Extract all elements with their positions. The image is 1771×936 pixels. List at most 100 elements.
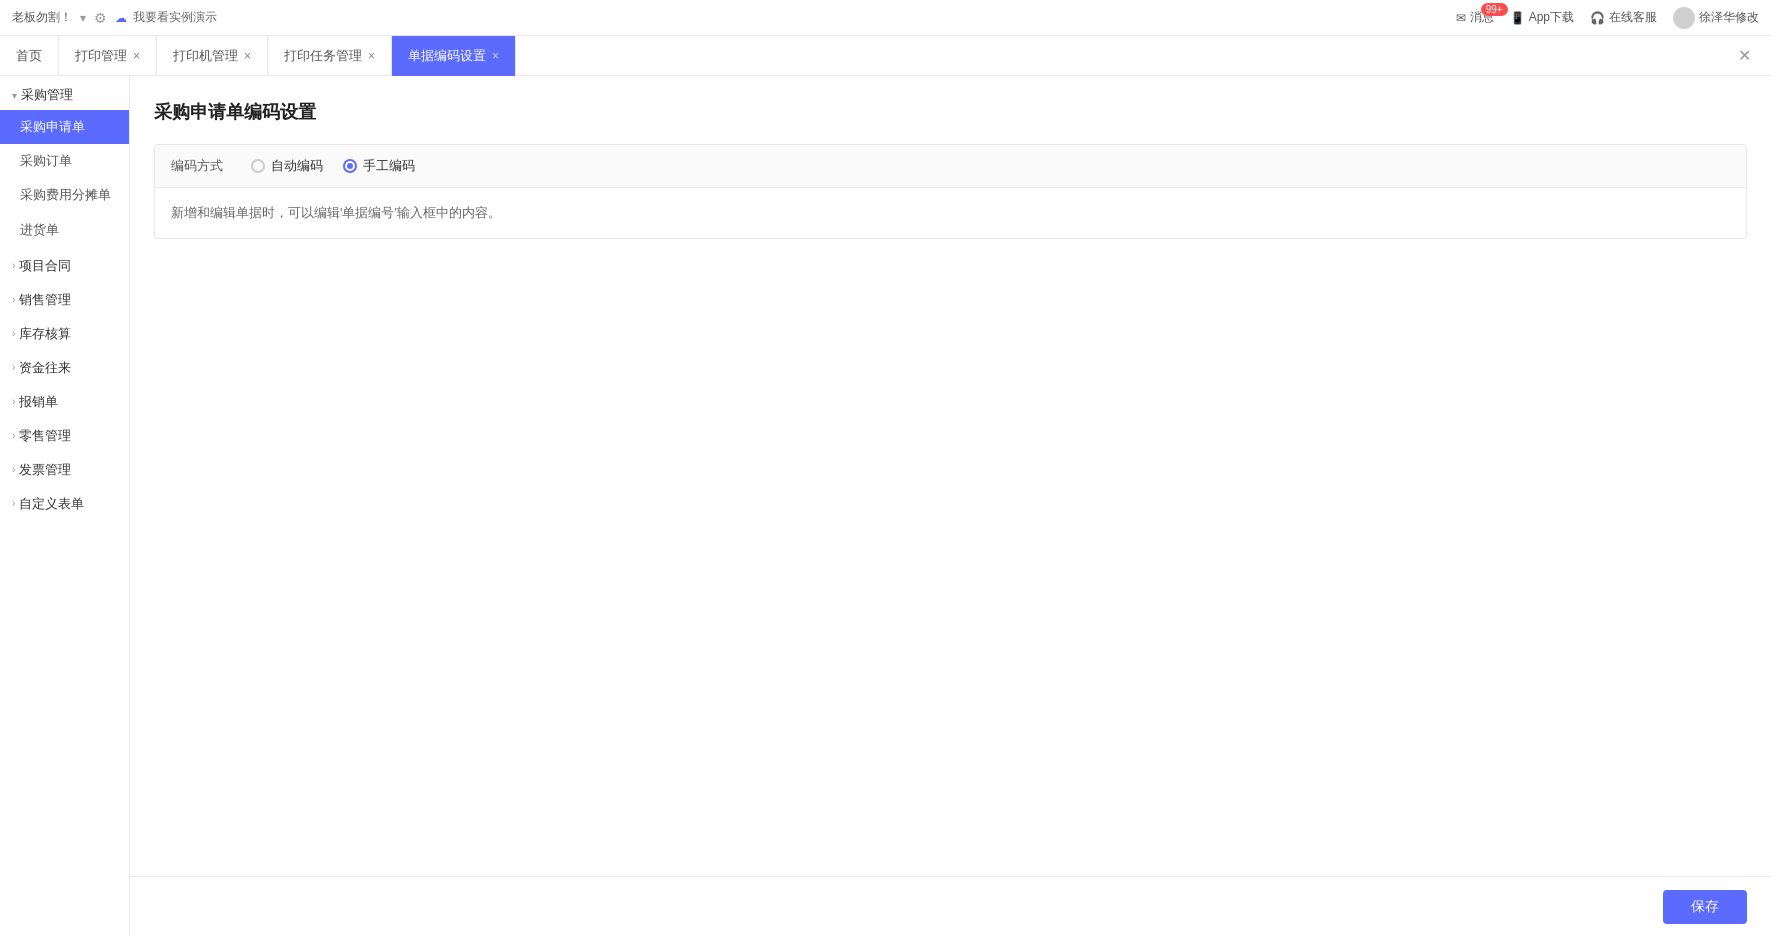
form-section: 编码方式 自动编码 手工编码 新增和编辑单据时，可以编辑'单据编号'输入框中的内…	[154, 144, 1747, 239]
sidebar-group-returns: › 报销单	[0, 383, 129, 417]
message-button[interactable]: ✉ 消息 99+	[1456, 9, 1494, 26]
page-title: 采购申请单编码设置	[154, 100, 1747, 124]
sidebar-group-project: › 项目合同	[0, 247, 129, 281]
sidebar: ▾ 采购管理 采购申请单 采购订单 采购费用分摊单 进货单 › 项目合同	[0, 76, 130, 936]
save-button[interactable]: 保存	[1663, 890, 1747, 924]
sidebar-item-purchase-order[interactable]: 采购订单	[0, 144, 129, 178]
radio-manual[interactable]: 手工编码	[343, 157, 415, 175]
sidebar-group-returns-label: 报销单	[19, 393, 58, 411]
tab-print-task-close[interactable]: ×	[368, 49, 375, 63]
tab-print-task-label: 打印任务管理	[284, 47, 362, 65]
sidebar-group-custom-label: 自定义表单	[19, 495, 84, 513]
chevron-down-icon: ▾	[12, 90, 17, 101]
sidebar-group-funds: › 资金往来	[0, 349, 129, 383]
chevron-right-icon: ›	[12, 362, 15, 373]
sidebar-group-sales-title[interactable]: › 销售管理	[0, 281, 129, 315]
sidebar-group-retail-label: 零售管理	[19, 427, 71, 445]
radio-auto[interactable]: 自动编码	[251, 157, 323, 175]
user-name: 徐泽华修改	[1699, 9, 1759, 26]
cloud-icon: ☁	[115, 11, 127, 25]
tab-print-task[interactable]: 打印任务管理 ×	[268, 36, 392, 76]
service-icon: 🎧	[1590, 11, 1605, 25]
chevron-right-icon: ›	[12, 328, 15, 339]
chevron-right-icon: ›	[12, 294, 15, 305]
tab-print-mgmt-close[interactable]: ×	[133, 49, 140, 63]
sidebar-group-inventory-label: 库存核算	[19, 325, 71, 343]
chevron-right-icon: ›	[12, 396, 15, 407]
message-badge: 99+	[1481, 3, 1508, 16]
avatar	[1673, 7, 1695, 29]
sidebar-group-funds-label: 资金往来	[19, 359, 71, 377]
content-inner: 采购申请单编码设置 编码方式 自动编码 手工编码	[130, 76, 1771, 876]
sidebar-item-purchase-request[interactable]: 采购申请单	[0, 110, 129, 144]
sidebar-group-funds-title[interactable]: › 资金往来	[0, 349, 129, 383]
sidebar-group-project-label: 项目合同	[19, 257, 71, 275]
logo: 老板勿割！	[12, 9, 72, 26]
sidebar-group-purchase: ▾ 采购管理 采购申请单 采购订单 采购费用分摊单 进货单	[0, 76, 129, 247]
sidebar-group-retail: › 零售管理	[0, 417, 129, 451]
sidebar-item-goods-receipt-label: 进货单	[20, 222, 59, 237]
search-bar[interactable]: ☁ 我要看实例演示	[115, 9, 217, 26]
message-icon: ✉	[1456, 11, 1466, 25]
sidebar-group-inventory-title[interactable]: › 库存核算	[0, 315, 129, 349]
tab-doc-code-close[interactable]: ×	[492, 49, 499, 63]
sidebar-group-sales: › 销售管理	[0, 281, 129, 315]
encoding-method-label: 编码方式	[171, 157, 251, 175]
tab-doc-code[interactable]: 单据编码设置 ×	[392, 36, 516, 76]
sidebar-group-custom: › 自定义表单	[0, 485, 129, 519]
tab-home[interactable]: 首页	[0, 36, 59, 76]
radio-auto-circle	[251, 159, 265, 173]
tab-extra: ✕	[1730, 46, 1771, 65]
radio-group: 自动编码 手工编码	[251, 157, 415, 175]
tab-printer-mgmt[interactable]: 打印机管理 ×	[157, 36, 268, 76]
app-download-button[interactable]: 📱 App下载	[1510, 9, 1574, 26]
sidebar-group-invoice-label: 发票管理	[19, 461, 71, 479]
chevron-right-icon: ›	[12, 498, 15, 509]
chevron-right-icon: ›	[12, 260, 15, 271]
sidebar-item-purchase-order-label: 采购订单	[20, 153, 72, 168]
chevron-right-icon: ›	[12, 430, 15, 441]
radio-manual-circle	[343, 159, 357, 173]
main-layout: ▾ 采购管理 采购申请单 采购订单 采购费用分摊单 进货单 › 项目合同	[0, 76, 1771, 936]
sidebar-group-invoice: › 发票管理	[0, 451, 129, 485]
tab-printer-mgmt-close[interactable]: ×	[244, 49, 251, 63]
content-footer: 保存	[130, 876, 1771, 936]
encoding-method-row: 编码方式 自动编码 手工编码	[155, 145, 1746, 188]
sidebar-item-purchase-expense[interactable]: 采购费用分摊单	[0, 178, 129, 212]
top-bar-left: 老板勿割！ ▾ ⚙ ☁ 我要看实例演示	[12, 9, 217, 26]
sidebar-group-project-title[interactable]: › 项目合同	[0, 247, 129, 281]
chevron-down-icon[interactable]: ▾	[80, 11, 86, 25]
gear-icon[interactable]: ⚙	[94, 10, 107, 26]
sidebar-item-purchase-expense-label: 采购费用分摊单	[20, 187, 111, 202]
service-label: 在线客服	[1609, 9, 1657, 26]
radio-manual-label: 手工编码	[363, 157, 415, 175]
sidebar-group-sales-label: 销售管理	[19, 291, 71, 309]
tab-bar: 首页 打印管理 × 打印机管理 × 打印任务管理 × 单据编码设置 × ✕	[0, 36, 1771, 76]
content-area: 采购申请单编码设置 编码方式 自动编码 手工编码	[130, 76, 1771, 936]
sidebar-group-purchase-title[interactable]: ▾ 采购管理	[0, 76, 129, 110]
top-bar-right: ✉ 消息 99+ 📱 App下载 🎧 在线客服 徐泽华修改	[1456, 7, 1759, 29]
tab-printer-mgmt-label: 打印机管理	[173, 47, 238, 65]
sidebar-item-goods-receipt[interactable]: 进货单	[0, 213, 129, 247]
online-service-button[interactable]: 🎧 在线客服	[1590, 9, 1657, 26]
sidebar-group-invoice-title[interactable]: › 发票管理	[0, 451, 129, 485]
sidebar-item-purchase-request-label: 采购申请单	[20, 119, 85, 134]
radio-auto-label: 自动编码	[271, 157, 323, 175]
window-close-icon[interactable]: ✕	[1730, 43, 1759, 68]
tab-home-label: 首页	[16, 47, 42, 65]
user-menu[interactable]: 徐泽华修改	[1673, 7, 1759, 29]
search-text: 我要看实例演示	[133, 9, 217, 26]
sidebar-group-returns-title[interactable]: › 报销单	[0, 383, 129, 417]
chevron-right-icon: ›	[12, 464, 15, 475]
app-icon: 📱	[1510, 11, 1525, 25]
hint-text: 新增和编辑单据时，可以编辑'单据编号'输入框中的内容。	[155, 188, 1746, 238]
sidebar-group-custom-title[interactable]: › 自定义表单	[0, 485, 129, 519]
sidebar-group-purchase-label: 采购管理	[21, 86, 73, 104]
top-bar: 老板勿割！ ▾ ⚙ ☁ 我要看实例演示 ✉ 消息 99+ 📱 App下载 🎧 在…	[0, 0, 1771, 36]
tab-print-mgmt[interactable]: 打印管理 ×	[59, 36, 157, 76]
tab-print-mgmt-label: 打印管理	[75, 47, 127, 65]
app-label: App下载	[1529, 9, 1574, 26]
tab-doc-code-label: 单据编码设置	[408, 47, 486, 65]
sidebar-group-inventory: › 库存核算	[0, 315, 129, 349]
sidebar-group-retail-title[interactable]: › 零售管理	[0, 417, 129, 451]
